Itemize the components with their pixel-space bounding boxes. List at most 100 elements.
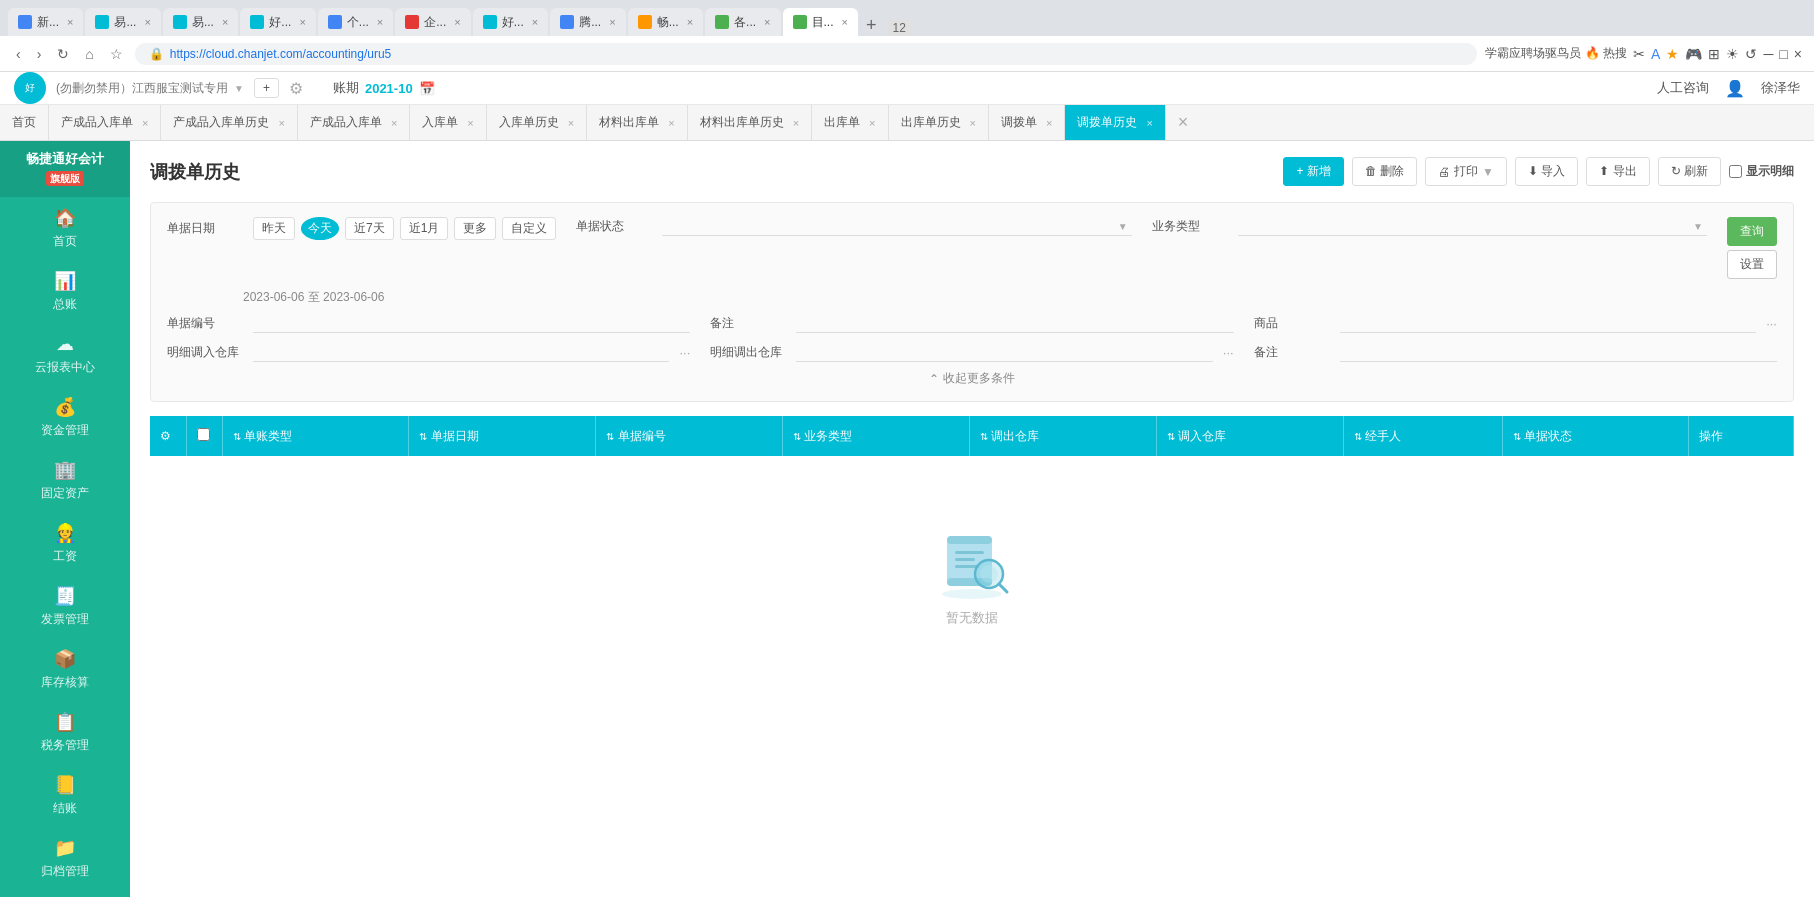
th-gear[interactable]: ⚙: [150, 416, 186, 456]
tab-close-10[interactable]: ×: [764, 16, 770, 28]
service-link[interactable]: 人工咨询: [1657, 79, 1709, 97]
th-handler[interactable]: ⇅ 经手人: [1343, 416, 1502, 456]
company-selector[interactable]: (勿删勿禁用）江西服宝测试专用 ▼: [56, 80, 244, 97]
sidebar-item-inventory[interactable]: 📦 库存核算: [0, 638, 130, 701]
tab-close-7[interactable]: ×: [532, 16, 538, 28]
tab-close-8[interactable]: ×: [609, 16, 615, 28]
new-tab-button[interactable]: +: [866, 15, 877, 36]
window-close[interactable]: ×: [1794, 46, 1802, 62]
tab-close-app-9[interactable]: ×: [970, 117, 976, 129]
export-button[interactable]: ⬆ 导出: [1586, 157, 1649, 186]
sidebar-item-settings[interactable]: ⚙ 基础设置: [0, 890, 130, 897]
tab-close-4[interactable]: ×: [299, 16, 305, 28]
browser-tab-1[interactable]: 新... ×: [8, 8, 83, 36]
refresh-button-main[interactable]: ↻ 刷新: [1658, 157, 1721, 186]
collapse-button[interactable]: ⌃ 收起更多条件: [167, 370, 1777, 387]
tab-close-1[interactable]: ×: [67, 16, 73, 28]
sidebar-item-closing[interactable]: 📒 结账: [0, 764, 130, 827]
sidebar-item-invoice[interactable]: 🧾 发票管理: [0, 575, 130, 638]
date-btn-today[interactable]: 今天: [301, 217, 339, 240]
settings-filter-button[interactable]: 设置: [1727, 250, 1777, 279]
add-company-button[interactable]: +: [254, 78, 279, 98]
window-min[interactable]: ─: [1763, 46, 1773, 62]
tab-3[interactable]: 产成品入库单 ×: [298, 105, 410, 141]
tab-close-3[interactable]: ×: [222, 16, 228, 28]
detail-in-picker-icon[interactable]: ···: [679, 345, 690, 360]
sidebar-item-cloud-report[interactable]: ☁ 云报表中心: [0, 323, 130, 386]
browser-tab-8[interactable]: 腾... ×: [550, 8, 625, 36]
tab-10[interactable]: 调拨单 ×: [989, 105, 1065, 141]
detail-out-input[interactable]: [796, 343, 1212, 362]
tab-close-5[interactable]: ×: [377, 16, 383, 28]
tab-9[interactable]: 出库单历史 ×: [889, 105, 989, 141]
tab-close-app-1[interactable]: ×: [142, 117, 148, 129]
th-doc-number[interactable]: ⇅ 单据编号: [596, 416, 783, 456]
sidebar-item-archive[interactable]: 📁 归档管理: [0, 827, 130, 890]
tab-close-app-10[interactable]: ×: [1046, 117, 1052, 129]
tab-close-app-3[interactable]: ×: [391, 117, 397, 129]
tab-2[interactable]: 产成品入库单历史 ×: [161, 105, 297, 141]
refresh-button[interactable]: ↻: [53, 44, 73, 64]
th-doc-status[interactable]: ⇅ 单据状态: [1502, 416, 1689, 456]
tab-close-app-7[interactable]: ×: [793, 117, 799, 129]
tab-4[interactable]: 入库单 ×: [410, 105, 486, 141]
status-select[interactable]: [662, 217, 1131, 235]
detail-remark-input[interactable]: [1340, 343, 1777, 362]
detail-in-input[interactable]: [253, 343, 669, 362]
delete-button[interactable]: 🗑 删除: [1352, 157, 1417, 186]
tab-close-app-6[interactable]: ×: [668, 117, 674, 129]
tab-11-active[interactable]: 调拨单历史 ×: [1065, 105, 1165, 141]
browser-tab-4[interactable]: 好... ×: [240, 8, 315, 36]
sidebar-item-ledger[interactable]: 📊 总账: [0, 260, 130, 323]
tab-close-2[interactable]: ×: [144, 16, 150, 28]
date-btn-custom[interactable]: 自定义: [502, 217, 556, 240]
browser-tab-5[interactable]: 个... ×: [318, 8, 393, 36]
back-button[interactable]: ‹: [12, 44, 25, 64]
period-selector[interactable]: 账期 2021-10 📅: [333, 79, 435, 97]
query-button[interactable]: 查询: [1727, 217, 1777, 246]
tab-home[interactable]: 首页: [0, 105, 49, 141]
select-all-checkbox[interactable]: [197, 428, 210, 441]
home-button[interactable]: ⌂: [81, 44, 97, 64]
tab-close-app-2[interactable]: ×: [278, 117, 284, 129]
import-button[interactable]: ⬇ 导入: [1515, 157, 1578, 186]
gear-col-icon[interactable]: ⚙: [160, 429, 171, 443]
tab-close-9[interactable]: ×: [687, 16, 693, 28]
bookmark-button[interactable]: ☆: [106, 44, 127, 64]
th-checkbox[interactable]: [186, 416, 222, 456]
business-type-select[interactable]: [1238, 217, 1707, 235]
tab-close-app-11[interactable]: ×: [1146, 117, 1152, 129]
th-doc-type[interactable]: ⇅ 单账类型: [222, 416, 409, 456]
goods-picker-icon[interactable]: ···: [1766, 316, 1777, 331]
tab-close-6[interactable]: ×: [454, 16, 460, 28]
tab-close-11[interactable]: ×: [842, 16, 848, 28]
detail-out-picker-icon[interactable]: ···: [1223, 345, 1234, 360]
display-toggle-label[interactable]: 显示明细: [1729, 163, 1794, 180]
sidebar-item-home[interactable]: 🏠 首页: [0, 197, 130, 260]
tab-8[interactable]: 出库单 ×: [812, 105, 888, 141]
tab-6[interactable]: 材料出库单 ×: [587, 105, 687, 141]
browser-tab-3[interactable]: 易... ×: [163, 8, 238, 36]
date-btn-yesterday[interactable]: 昨天: [253, 217, 295, 240]
tab-1[interactable]: 产成品入库单 ×: [49, 105, 161, 141]
th-out-warehouse[interactable]: ⇅ 调出仓库: [969, 416, 1156, 456]
th-in-warehouse[interactable]: ⇅ 调入仓库: [1156, 416, 1343, 456]
remark-input[interactable]: [796, 314, 1233, 333]
th-doc-date[interactable]: ⇅ 单据日期: [409, 416, 596, 456]
sidebar-item-tax[interactable]: 📋 税务管理: [0, 701, 130, 764]
tab-5[interactable]: 入库单历史 ×: [487, 105, 587, 141]
tab-close-app-8[interactable]: ×: [869, 117, 875, 129]
new-button[interactable]: + 新增: [1283, 157, 1343, 186]
doc-number-input[interactable]: [253, 314, 690, 333]
close-all-tabs-button[interactable]: ×: [1166, 112, 1201, 133]
browser-tab-6[interactable]: 企... ×: [395, 8, 470, 36]
date-btn-7days[interactable]: 近7天: [345, 217, 394, 240]
tab-7[interactable]: 材料出库单历史 ×: [688, 105, 812, 141]
sidebar-item-fixed-assets[interactable]: 🏢 固定资产: [0, 449, 130, 512]
browser-tab-10[interactable]: 各... ×: [705, 8, 780, 36]
sidebar-item-payroll[interactable]: 👷 工资: [0, 512, 130, 575]
window-max[interactable]: □: [1779, 46, 1787, 62]
settings-icon[interactable]: ⚙: [289, 79, 303, 98]
print-dropdown-icon[interactable]: ▼: [1482, 165, 1494, 179]
tab-close-app-5[interactable]: ×: [568, 117, 574, 129]
